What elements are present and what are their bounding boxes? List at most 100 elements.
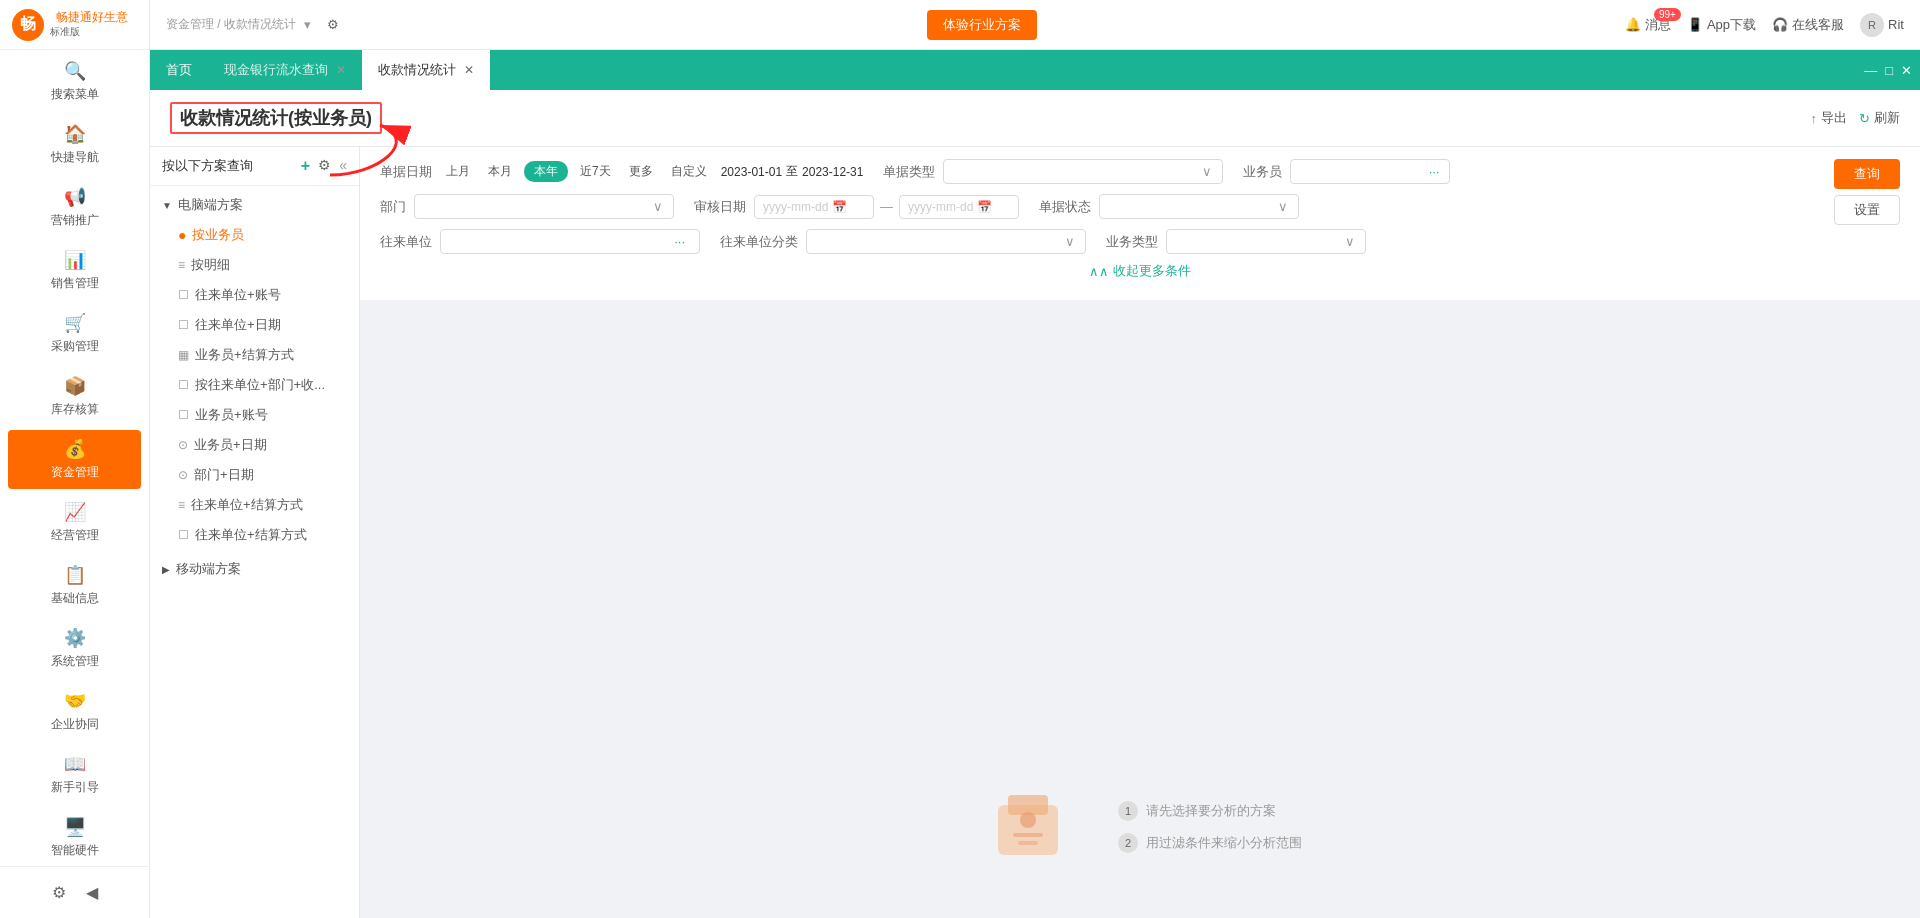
content-area: 按以下方案查询 + ⚙ « ▼ 电脑端方案 — [150, 147, 1920, 918]
date-btn-last-month[interactable]: 上月 — [440, 161, 476, 182]
counterpart-category-filter: 往来单位分类 ∨ — [720, 229, 1086, 254]
tab-bank-close[interactable]: ✕ — [336, 63, 346, 77]
dept-date-icon: ⊙ — [178, 468, 188, 482]
top-settings-icon[interactable]: ⚙ — [327, 17, 339, 32]
notification-badge: 99+ — [1654, 8, 1681, 21]
sidebar-settings-icon[interactable]: ⚙ — [52, 883, 66, 902]
main-content: 资金管理 / 收款情况统计 ▾ ⚙ 体验行业方案 🔔 消息 99+ 📱 App下… — [150, 0, 1920, 918]
scheme-item-salesperson-account[interactable]: ☐ 业务员+账号 — [150, 400, 359, 430]
sidebar-item-inventory[interactable]: 📦 库存核算 — [0, 365, 149, 428]
counterpart-category-select[interactable]: ∨ — [806, 229, 1086, 254]
tab-bank[interactable]: 现金银行流水查询 ✕ — [208, 50, 362, 90]
salesperson-settlement-icon: ▦ — [178, 348, 189, 362]
tab-collection-close[interactable]: ✕ — [464, 63, 474, 77]
date-btn-7days[interactable]: 近7天 — [574, 161, 617, 182]
scheme-item-salesperson-date[interactable]: ⊙ 业务员+日期 — [150, 430, 359, 460]
basic-icon: 📋 — [64, 564, 86, 586]
scheme-item-dept-date[interactable]: ⊙ 部门+日期 — [150, 460, 359, 490]
app-download-area[interactable]: 📱 App下载 — [1687, 16, 1756, 34]
voucher-type-select[interactable]: ∨ — [943, 159, 1223, 184]
review-date-separator: — — [880, 199, 893, 214]
sidebar-item-operation[interactable]: 📈 经营管理 — [0, 491, 149, 554]
top-bar: 资金管理 / 收款情况统计 ▾ ⚙ 体验行业方案 🔔 消息 99+ 📱 App下… — [150, 0, 1920, 50]
sidebar-item-finance[interactable]: 💰 资金管理 — [8, 430, 141, 489]
sidebar: 畅 畅捷通好生意 标准版 🔍 搜索菜单 🏠 快捷导航 📢 营销推广 📊 — [0, 0, 150, 918]
scheme-item-by-salesperson[interactable]: ● 按业务员 — [150, 220, 359, 250]
sidebar-item-search[interactable]: 🔍 搜索菜单 — [0, 50, 149, 113]
sidebar-collapse-icon[interactable]: ◀ — [86, 883, 98, 902]
scheme-item-counterpart-account[interactable]: ☐ 往来单位+账号 — [150, 280, 359, 310]
refresh-button[interactable]: ↻ 刷新 — [1859, 109, 1900, 127]
collapse-up-icon: ∧∧ — [1089, 264, 1109, 279]
hardware-icon: 🖥️ — [64, 816, 86, 838]
sidebar-item-guide[interactable]: 📖 新手引导 — [0, 743, 149, 806]
sidebar-item-hardware[interactable]: 🖥️ 智能硬件 — [0, 806, 149, 866]
salesperson-date-icon: ⊙ — [178, 438, 188, 452]
date-btn-this-month[interactable]: 本月 — [482, 161, 518, 182]
salesperson-select[interactable]: ··· — [1290, 159, 1450, 184]
sidebar-item-system[interactable]: ⚙️ 系统管理 — [0, 617, 149, 680]
sidebar-item-sales[interactable]: 📊 销售管理 — [0, 239, 149, 302]
page-content: 收款情况统计(按业务员) ↑ 导出 ↻ 刷新 — [150, 90, 1920, 918]
review-date-calendar-icon1[interactable]: 📅 — [832, 200, 847, 214]
scheme-item-counterpart-settlement2[interactable]: ☐ 往来单位+结算方式 — [150, 520, 359, 550]
pc-group-header[interactable]: ▼ 电脑端方案 — [150, 190, 359, 220]
tab-home[interactable]: 首页 — [150, 50, 208, 90]
review-date-start[interactable]: yyyy-mm-dd 📅 — [754, 195, 874, 219]
settings-button[interactable]: 设置 — [1834, 195, 1900, 225]
window-close-icon[interactable]: ✕ — [1901, 63, 1912, 78]
user-area[interactable]: R Rit — [1860, 13, 1904, 37]
scheme-item-by-detail[interactable]: ≡ 按明细 — [150, 250, 359, 280]
online-service-area[interactable]: 🎧 在线客服 — [1772, 16, 1844, 34]
sidebar-item-purchase[interactable]: 🛒 采购管理 — [0, 302, 149, 365]
window-minimize-icon[interactable]: — — [1864, 63, 1877, 78]
scheme-item-salesperson-settlement[interactable]: ▦ 业务员+结算方式 — [150, 340, 359, 370]
date-btn-this-year[interactable]: 本年 — [524, 161, 568, 182]
mobile-group-header[interactable]: ▶ 移动端方案 — [150, 554, 359, 584]
review-date-end[interactable]: yyyy-mm-dd 📅 — [899, 195, 1019, 219]
scheme-settings-icon[interactable]: ⚙ — [318, 157, 331, 175]
scheme-item-by-counterpart-dept[interactable]: ☐ 按往来单位+部门+收... — [150, 370, 359, 400]
breadcrumb-dropdown-icon[interactable]: ▾ — [304, 17, 311, 32]
empty-tip-1: 1 请先选择要分析的方案 — [1118, 801, 1302, 821]
panel-collapse-icon[interactable]: « — [339, 157, 347, 175]
counterpart-select[interactable]: ··· — [440, 229, 700, 254]
scheme-item-counterpart-settlement1[interactable]: ≡ 往来单位+结算方式 — [150, 490, 359, 520]
counterpart-dots[interactable]: ··· — [674, 234, 685, 249]
export-icon: ↑ — [1811, 111, 1818, 126]
query-button[interactable]: 查询 — [1834, 159, 1900, 189]
date-btn-custom[interactable]: 自定义 — [665, 161, 713, 182]
dept-select[interactable]: ∨ — [414, 194, 674, 219]
trial-button[interactable]: 体验行业方案 — [927, 10, 1037, 40]
search-icon: 🔍 — [64, 60, 86, 82]
sidebar-item-marketing[interactable]: 📢 营销推广 — [0, 176, 149, 239]
counterpart-label: 往来单位 — [380, 233, 432, 251]
empty-illustration — [978, 775, 1078, 878]
collapse-bar[interactable]: ∧∧ 收起更多条件 — [380, 254, 1900, 288]
add-scheme-icon[interactable]: + — [301, 157, 310, 175]
tab-collection[interactable]: 收款情况统计 ✕ — [362, 50, 490, 90]
sidebar-item-enterprise[interactable]: 🤝 企业协同 — [0, 680, 149, 743]
group-expand-arrow: ▼ — [162, 200, 172, 211]
voucher-status-filter: 单据状态 ∨ — [1039, 194, 1299, 219]
sidebar-item-quicknav[interactable]: 🏠 快捷导航 — [0, 113, 149, 176]
review-date-calendar-icon2[interactable]: 📅 — [977, 200, 992, 214]
mobile-scheme-group: ▶ 移动端方案 — [150, 554, 359, 584]
export-button[interactable]: ↑ 导出 — [1811, 109, 1848, 127]
scheme-item-counterpart-date[interactable]: ☐ 往来单位+日期 — [150, 310, 359, 340]
notification-area[interactable]: 🔔 消息 99+ — [1625, 16, 1671, 34]
tip-text-1: 请先选择要分析的方案 — [1146, 802, 1276, 820]
refresh-icon: ↻ — [1859, 111, 1870, 126]
date-btn-more[interactable]: 更多 — [623, 161, 659, 182]
cs2-icon: ☐ — [178, 528, 189, 542]
left-panel-actions: + ⚙ « — [301, 157, 347, 175]
review-date-end-placeholder: yyyy-mm-dd — [908, 200, 973, 214]
dept-filter: 部门 ∨ — [380, 194, 674, 219]
sidebar-item-basic[interactable]: 📋 基础信息 — [0, 554, 149, 617]
guide-icon: 📖 — [64, 753, 86, 775]
window-maximize-icon[interactable]: □ — [1885, 63, 1893, 78]
voucher-status-select[interactable]: ∨ — [1099, 194, 1299, 219]
date-filter: 单据日期 上月 本月 本年 近7天 更多 自定义 — [380, 161, 863, 182]
mobile-group-arrow: ▶ — [162, 564, 170, 575]
biz-type-select[interactable]: ∨ — [1166, 229, 1366, 254]
